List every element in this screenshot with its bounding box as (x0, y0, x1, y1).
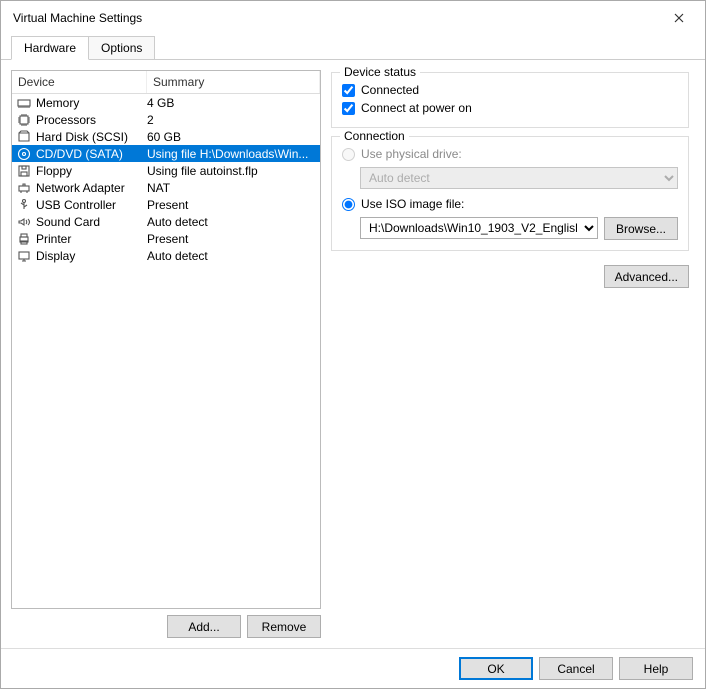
device-row[interactable]: PrinterPresent (12, 230, 320, 247)
device-row[interactable]: Sound CardAuto detect (12, 213, 320, 230)
connection-group: Connection Use physical drive: Auto dete… (331, 136, 689, 251)
browse-button[interactable]: Browse... (604, 217, 678, 240)
iso-radio[interactable] (342, 198, 355, 211)
device-summary: Present (147, 198, 320, 212)
connected-label: Connected (361, 83, 419, 97)
device-name: Memory (36, 96, 147, 110)
device-row[interactable]: USB ControllerPresent (12, 196, 320, 213)
advanced-button[interactable]: Advanced... (604, 265, 689, 288)
net-icon (16, 181, 32, 195)
device-summary: Using file H:\Downloads\Win... (147, 147, 320, 161)
device-summary: 4 GB (147, 96, 320, 110)
device-row[interactable]: DisplayAuto detect (12, 247, 320, 264)
device-status-group: Device status Connected Connect at power… (331, 72, 689, 128)
device-name: Hard Disk (SCSI) (36, 130, 147, 144)
titlebar: Virtual Machine Settings (1, 1, 705, 35)
device-row[interactable]: FloppyUsing file autoinst.flp (12, 162, 320, 179)
list-header: Device Summary (12, 71, 320, 94)
physical-label: Use physical drive: (361, 147, 462, 161)
device-status-title: Device status (340, 65, 420, 79)
iso-row[interactable]: Use ISO image file: (342, 195, 678, 213)
autopower-row[interactable]: Connect at power on (342, 99, 678, 117)
tab-hardware[interactable]: Hardware (11, 36, 89, 60)
sound-icon (16, 215, 32, 229)
content-area: Device Summary Memory4 GBProcessors2Hard… (1, 60, 705, 648)
add-button[interactable]: Add... (167, 615, 241, 638)
header-summary[interactable]: Summary (147, 71, 320, 93)
device-name: Printer (36, 232, 147, 246)
ok-button[interactable]: OK (459, 657, 533, 680)
floppy-icon (16, 164, 32, 178)
device-summary: Using file autoinst.flp (147, 164, 320, 178)
device-buttons: Add... Remove (11, 609, 321, 638)
iso-label: Use ISO image file: (361, 197, 464, 211)
header-device[interactable]: Device (12, 71, 147, 93)
memory-icon (16, 96, 32, 110)
device-row[interactable]: Hard Disk (SCSI)60 GB (12, 128, 320, 145)
physical-radio[interactable] (342, 148, 355, 161)
usb-icon (16, 198, 32, 212)
device-name: Network Adapter (36, 181, 147, 195)
device-name: CD/DVD (SATA) (36, 147, 147, 161)
device-list[interactable]: Device Summary Memory4 GBProcessors2Hard… (11, 70, 321, 609)
device-row[interactable]: Processors2 (12, 111, 320, 128)
cd-icon (16, 147, 32, 161)
close-icon (674, 13, 684, 23)
device-row[interactable]: CD/DVD (SATA)Using file H:\Downloads\Win… (12, 145, 320, 162)
autopower-label: Connect at power on (361, 101, 472, 115)
device-name: USB Controller (36, 198, 147, 212)
tab-options[interactable]: Options (89, 36, 155, 60)
device-row[interactable]: Memory4 GB (12, 94, 320, 111)
device-summary: NAT (147, 181, 320, 195)
connection-title: Connection (340, 129, 409, 143)
cpu-icon (16, 113, 32, 127)
close-button[interactable] (661, 7, 697, 29)
device-name: Processors (36, 113, 147, 127)
connected-row[interactable]: Connected (342, 81, 678, 99)
disk-icon (16, 130, 32, 144)
device-summary: Auto detect (147, 215, 320, 229)
device-summary: 60 GB (147, 130, 320, 144)
remove-button[interactable]: Remove (247, 615, 321, 638)
device-name: Sound Card (36, 215, 147, 229)
display-icon (16, 249, 32, 263)
help-button[interactable]: Help (619, 657, 693, 680)
dialog-footer: OK Cancel Help (1, 648, 705, 688)
physical-drive-row[interactable]: Use physical drive: (342, 145, 678, 163)
autopower-checkbox[interactable] (342, 102, 355, 115)
device-row[interactable]: Network AdapterNAT (12, 179, 320, 196)
device-name: Floppy (36, 164, 147, 178)
device-summary: Present (147, 232, 320, 246)
left-panel: Device Summary Memory4 GBProcessors2Hard… (11, 70, 321, 638)
window-title: Virtual Machine Settings (13, 11, 142, 25)
cancel-button[interactable]: Cancel (539, 657, 613, 680)
device-name: Display (36, 249, 147, 263)
printer-icon (16, 232, 32, 246)
tab-strip: Hardware Options (1, 35, 705, 60)
right-panel: Device status Connected Connect at power… (329, 70, 695, 638)
physical-drive-select: Auto detect (360, 167, 678, 189)
connected-checkbox[interactable] (342, 84, 355, 97)
device-summary: 2 (147, 113, 320, 127)
iso-file-select[interactable]: H:\Downloads\Win10_1903_V2_English_x6 (360, 217, 598, 239)
device-summary: Auto detect (147, 249, 320, 263)
